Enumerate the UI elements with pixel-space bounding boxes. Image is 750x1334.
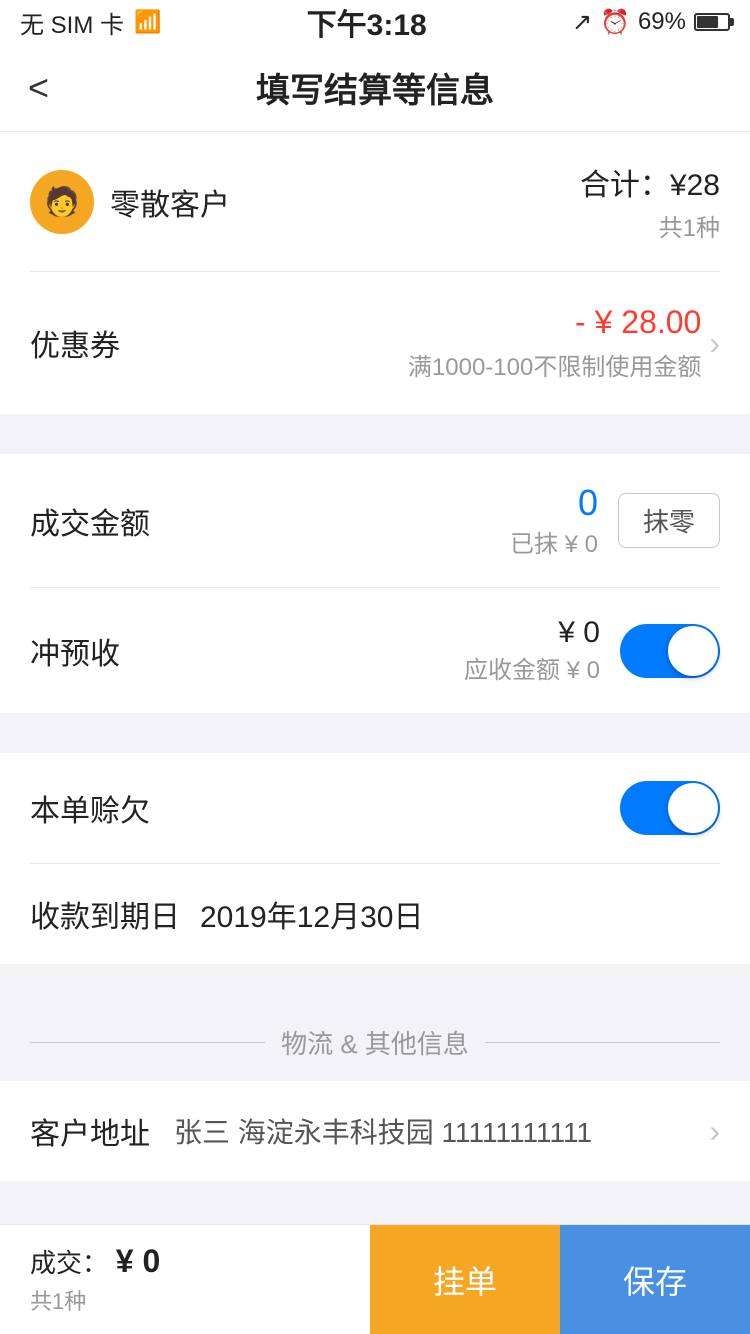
toggle-thumb — [668, 626, 718, 676]
prepayment-toggle[interactable] — [620, 624, 720, 678]
address-value: 张三 海淀永丰科技园 11111111111 — [174, 1111, 701, 1151]
status-time: 下午3:18 — [307, 0, 427, 44]
bottom-info: 成交： ¥ 0 共1种 — [0, 1225, 370, 1334]
deal-amount-value: 0 — [510, 482, 598, 524]
header-line-right — [485, 1042, 720, 1043]
alarm-icon: ⏰ — [600, 8, 630, 37]
bottom-count: 共1种 — [30, 1284, 340, 1316]
bottom-bar: 成交： ¥ 0 共1种 挂单 保存 — [0, 1224, 750, 1334]
debt-label: 本单赊欠 — [30, 786, 150, 830]
customer-row: 🧑 零散客户 合计：¥28 共1种 — [0, 132, 750, 271]
chevron-right-icon: › — [709, 325, 720, 362]
prepayment-right: ¥ 0 应收金额 ¥ 0 — [464, 616, 720, 685]
prepayment-label: 冲预收 — [30, 629, 120, 673]
customer-card: 🧑 零散客户 合计：¥28 共1种 优惠券 - ¥ 28.00 满1000-10… — [0, 132, 750, 414]
debt-row: 本单赊欠 — [0, 753, 750, 863]
section-gap-1 — [0, 434, 750, 454]
round-off-button[interactable]: 抹零 — [618, 493, 720, 548]
avatar: 🧑 — [30, 170, 94, 234]
status-right: ↗ ⏰ 69% — [572, 8, 730, 37]
address-label: 客户地址 — [30, 1109, 150, 1153]
bottom-deal-label: 成交： — [30, 1248, 108, 1278]
customer-name: 零散客户 — [110, 180, 230, 224]
customer-info: 🧑 零散客户 — [30, 170, 230, 234]
bottom-deal-row: 成交： ¥ 0 — [30, 1243, 340, 1280]
logistics-section-header: 物流 & 其他信息 — [0, 1004, 750, 1081]
deal-amount-label: 成交金额 — [30, 499, 150, 543]
customer-total: 合计：¥28 共1种 — [580, 160, 720, 243]
due-date-label: 收款到期日 — [30, 892, 180, 936]
location-icon: ↗ — [572, 8, 592, 37]
prepayment-amount: ¥ 0 — [464, 616, 600, 650]
wifi-icon: 📶 — [134, 9, 161, 35]
battery-percent: 69% — [638, 8, 686, 36]
address-chevron-icon: › — [709, 1113, 720, 1150]
coupon-desc: 满1000-100不限制使用金额 — [408, 347, 701, 382]
header-line-left — [30, 1042, 265, 1043]
back-button[interactable]: < — [28, 67, 49, 109]
status-left: 无 SIM 卡 📶 — [20, 5, 161, 40]
deal-amount-card: 成交金额 0 已抹 ¥ 0 抹零 冲预收 ¥ 0 应收金额 ¥ 0 — [0, 454, 750, 713]
coupon-info: - ¥ 28.00 满1000-100不限制使用金额 — [408, 304, 701, 382]
status-bar: 无 SIM 卡 📶 下午3:18 ↗ ⏰ 69% — [0, 0, 750, 44]
due-date-row: 收款到期日 2019年12月30日 — [0, 864, 750, 964]
nav-bar: < 填写结算等信息 — [0, 44, 750, 132]
address-card: 客户地址 张三 海淀永丰科技园 11111111111 › — [0, 1081, 750, 1181]
logistics-label: 物流 & 其他信息 — [281, 1024, 469, 1061]
save-button[interactable]: 保存 — [560, 1225, 750, 1334]
avatar-icon: 🧑 — [45, 185, 80, 218]
section-gap-2 — [0, 733, 750, 753]
prepayment-sub: 应收金额 ¥ 0 — [464, 650, 600, 685]
deal-amount-row: 成交金额 0 已抹 ¥ 0 抹零 — [0, 454, 750, 587]
debt-right — [620, 781, 720, 835]
debt-toggle[interactable] — [620, 781, 720, 835]
coupon-amount: - ¥ 28.00 — [408, 304, 701, 341]
main-content: 🧑 零散客户 合计：¥28 共1种 优惠券 - ¥ 28.00 满1000-10… — [0, 132, 750, 1321]
coupon-right: - ¥ 28.00 满1000-100不限制使用金额 › — [408, 304, 720, 382]
page-title: 填写结算等信息 — [256, 63, 494, 112]
coupon-row[interactable]: 优惠券 - ¥ 28.00 满1000-100不限制使用金额 › — [0, 272, 750, 414]
address-row[interactable]: 客户地址 张三 海淀永丰科技园 11111111111 › — [0, 1081, 750, 1181]
carrier-text: 无 SIM 卡 — [20, 5, 124, 40]
battery-icon — [694, 13, 730, 31]
prepayment-row: 冲预收 ¥ 0 应收金额 ¥ 0 — [0, 588, 750, 713]
total-amount: 合计：¥28 — [580, 160, 720, 204]
debt-toggle-thumb — [668, 783, 718, 833]
due-date-value: 2019年12月30日 — [200, 892, 423, 936]
section-gap-3 — [0, 984, 750, 1004]
total-count: 共1种 — [580, 208, 720, 243]
coupon-label: 优惠券 — [30, 321, 120, 365]
hold-button[interactable]: 挂单 — [370, 1225, 560, 1334]
debt-card: 本单赊欠 收款到期日 2019年12月30日 — [0, 753, 750, 964]
bottom-deal-amount: ¥ 0 — [116, 1243, 160, 1279]
deal-amount-sub: 已抹 ¥ 0 — [510, 524, 598, 559]
deal-amount-right: 0 已抹 ¥ 0 抹零 — [510, 482, 720, 559]
